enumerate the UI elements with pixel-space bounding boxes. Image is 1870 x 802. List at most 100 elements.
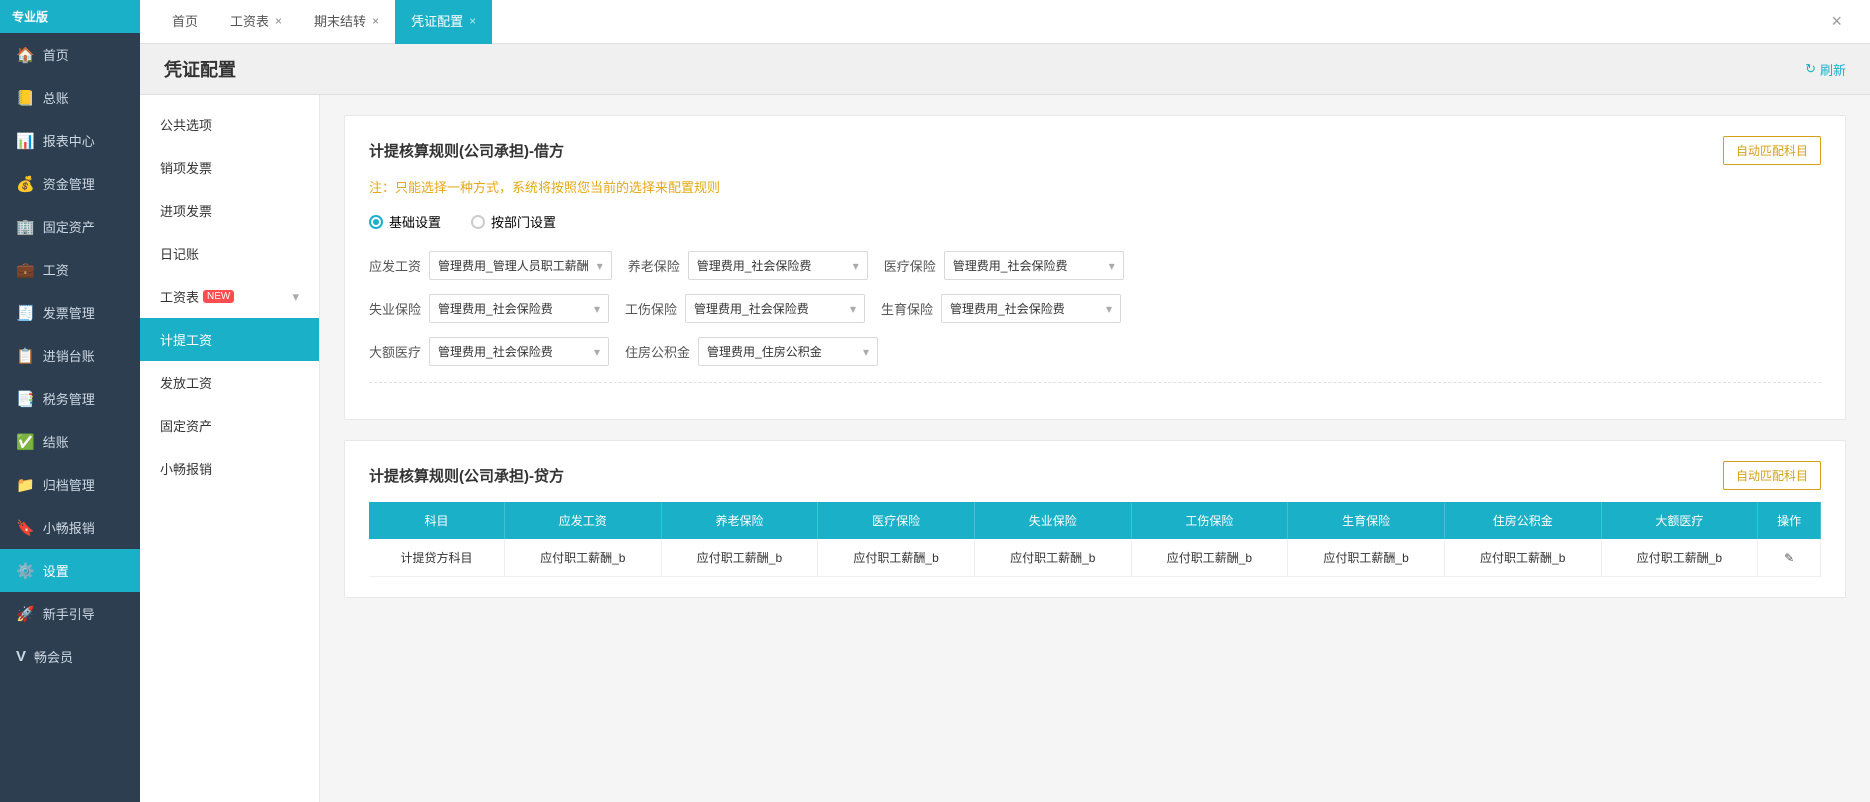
select-housing[interactable]: 管理费用_住房公积金 ▾ xyxy=(698,337,878,366)
chevron-down-icon: ▾ xyxy=(597,259,603,273)
select-injury[interactable]: 管理费用_社会保险费 ▾ xyxy=(685,294,865,323)
cell-action[interactable]: ✎ xyxy=(1758,539,1821,577)
sidebar-item-new-guide[interactable]: 🚀 新手引导 xyxy=(0,592,140,635)
tab-period-end[interactable]: 期末结转 × xyxy=(298,0,395,44)
page-title: 凭证配置 xyxy=(164,56,236,82)
sidebar-item-report-center[interactable]: 📊 报表中心 xyxy=(0,119,140,162)
ledger-icon: 📒 xyxy=(16,89,35,107)
xiaochangbao-icon: 🔖 xyxy=(16,519,35,537)
tabbar: 首页 工资表 × 期末结转 × 凭证配置 × × xyxy=(140,0,1870,44)
chevron-down-icon: ▾ xyxy=(1106,302,1112,316)
sidebar-item-purchase-sales[interactable]: 📋 进销台账 xyxy=(0,334,140,377)
sidebar-item-general-ledger[interactable]: 📒 总账 xyxy=(0,76,140,119)
sidebar-item-label: 工资 xyxy=(43,260,69,279)
sidebar-item-settings[interactable]: ⚙️ 设置 xyxy=(0,549,140,592)
col-header-unemployment: 失业保险 xyxy=(974,502,1131,539)
auto-match-debit-button[interactable]: 自动匹配科目 xyxy=(1723,136,1821,165)
salary-icon: 💼 xyxy=(16,261,35,279)
left-nav-purchase-invoice[interactable]: 进项发票 xyxy=(140,189,319,232)
left-nav-salary-table[interactable]: 工资表 NEW ▾ xyxy=(140,275,319,318)
tab-voucher-config[interactable]: 凭证配置 × xyxy=(395,0,492,44)
tab-salary-close[interactable]: × xyxy=(275,14,282,28)
section-credit-header: 计提核算规则(公司承担)-贷方 自动匹配科目 xyxy=(369,461,1821,490)
cell-maternity: 应付职工薪酬_b xyxy=(1288,539,1445,577)
form-row-3: 大额医疗 管理费用_社会保险费 ▾ 住房公积金 管理费用_住房公积金 ▾ xyxy=(369,337,1821,366)
left-nav-label: 计提工资 xyxy=(160,330,212,349)
col-header-subject: 科目 xyxy=(369,502,504,539)
left-nav-label: 工资表 xyxy=(160,287,199,306)
sidebar-item-fund-management[interactable]: 💰 资金管理 xyxy=(0,162,140,205)
chevron-down-icon: ▾ xyxy=(594,302,600,316)
chevron-down-icon: ▾ xyxy=(853,259,859,273)
sidebar-item-home[interactable]: 🏠 首页 xyxy=(0,33,140,76)
refresh-button[interactable]: ↻ 刷新 xyxy=(1805,60,1846,79)
left-nav-label: 公共选项 xyxy=(160,115,212,134)
section-debit: 计提核算规则(公司承担)-借方 自动匹配科目 注：只能选择一种方式，系统将按照您… xyxy=(344,115,1846,420)
auto-match-credit-button[interactable]: 自动匹配科目 xyxy=(1723,461,1821,490)
sidebar-item-settlement[interactable]: ✅ 结账 xyxy=(0,420,140,463)
tab-period-label: 期末结转 xyxy=(314,11,366,30)
form-item-salary: 应发工资 管理费用_管理人员职工薪酬 ▾ xyxy=(369,251,612,280)
section-debit-title: 计提核算规则(公司承担)-借方 xyxy=(369,140,564,161)
left-nav-calc-salary[interactable]: 计提工资 xyxy=(140,318,319,361)
tab-voucher-close[interactable]: × xyxy=(469,14,476,28)
cell-large-medical: 应付职工薪酬_b xyxy=(1601,539,1758,577)
left-nav-xiaochangbao[interactable]: 小畅报销 xyxy=(140,447,319,490)
form-item-maternity: 生育保险 管理费用_社会保险费 ▾ xyxy=(881,294,1121,323)
left-nav: 公共选项 销项发票 进项发票 日记账 工资表 NEW ▾ 计提工资 发放工资 xyxy=(140,95,320,802)
sidebar-item-label: 小畅报销 xyxy=(43,518,95,537)
edit-icon[interactable]: ✎ xyxy=(1784,551,1794,565)
sidebar-item-label: 发票管理 xyxy=(43,303,95,322)
sidebar-item-vip[interactable]: V 畅会员 xyxy=(0,635,140,678)
label-medical: 医疗保险 xyxy=(884,256,936,275)
tab-close-all[interactable]: × xyxy=(1819,11,1854,32)
tab-period-close[interactable]: × xyxy=(372,14,379,28)
form-row-1: 应发工资 管理费用_管理人员职工薪酬 ▾ 养老保险 管理费用_社会保险费 ▾ xyxy=(369,251,1821,280)
select-salary[interactable]: 管理费用_管理人员职工薪酬 ▾ xyxy=(429,251,612,280)
left-nav-public-options[interactable]: 公共选项 xyxy=(140,103,319,146)
col-header-medical: 医疗保险 xyxy=(818,502,975,539)
left-nav-fixed-assets[interactable]: 固定资产 xyxy=(140,404,319,447)
select-large-medical[interactable]: 管理费用_社会保险费 ▾ xyxy=(429,337,609,366)
radio-department[interactable]: 按部门设置 xyxy=(471,212,556,231)
sidebar-item-label: 设置 xyxy=(43,561,69,580)
sidebar-item-salary[interactable]: 💼 工资 xyxy=(0,248,140,291)
main-content: 首页 工资表 × 期末结转 × 凭证配置 × × 凭证配置 ↻ 刷新 公共选项 xyxy=(140,0,1870,802)
select-pension[interactable]: 管理费用_社会保险费 ▾ xyxy=(688,251,868,280)
col-header-injury: 工伤保险 xyxy=(1131,502,1288,539)
select-unemployment[interactable]: 管理费用_社会保险费 ▾ xyxy=(429,294,609,323)
tab-home[interactable]: 首页 xyxy=(156,0,214,44)
radio-basic[interactable]: 基础设置 xyxy=(369,212,441,231)
fund-icon: 💰 xyxy=(16,175,35,193)
col-header-maternity: 生育保险 xyxy=(1288,502,1445,539)
form-row-2: 失业保险 管理费用_社会保险费 ▾ 工伤保险 管理费用_社会保险费 ▾ xyxy=(369,294,1821,323)
chevron-down-icon: ▾ xyxy=(1109,259,1115,273)
form-item-pension: 养老保险 管理费用_社会保险费 ▾ xyxy=(628,251,868,280)
sidebar-item-tax-management[interactable]: 📑 税务管理 xyxy=(0,377,140,420)
radio-department-circle xyxy=(471,215,485,229)
tab-salary-table[interactable]: 工资表 × xyxy=(214,0,298,44)
invoice-icon: 🧾 xyxy=(16,304,35,322)
select-maternity[interactable]: 管理费用_社会保险费 ▾ xyxy=(941,294,1121,323)
sidebar-item-invoice-management[interactable]: 🧾 发票管理 xyxy=(0,291,140,334)
left-nav-issue-salary[interactable]: 发放工资 xyxy=(140,361,319,404)
vip-icon: V xyxy=(16,648,26,665)
sidebar-item-label: 畅会员 xyxy=(34,647,73,666)
settings-icon: ⚙️ xyxy=(16,562,35,580)
select-large-medical-value: 管理费用_社会保险费 xyxy=(438,343,553,360)
left-nav-sales-invoice[interactable]: 销项发票 xyxy=(140,146,319,189)
select-housing-value: 管理费用_住房公积金 xyxy=(707,343,822,360)
cell-injury: 应付职工薪酬_b xyxy=(1131,539,1288,577)
left-nav-diary[interactable]: 日记账 xyxy=(140,232,319,275)
divider xyxy=(369,382,1821,383)
label-pension: 养老保险 xyxy=(628,256,680,275)
col-header-large-medical: 大额医疗 xyxy=(1601,502,1758,539)
sidebar-item-fixed-assets[interactable]: 🏢 固定资产 xyxy=(0,205,140,248)
new-badge: NEW xyxy=(203,290,234,303)
table-row: 计提贷方科目 应付职工薪酬_b 应付职工薪酬_b 应付职工薪酬_b 应付职工薪酬… xyxy=(369,539,1821,577)
sidebar-item-xiaochangbao[interactable]: 🔖 小畅报销 xyxy=(0,506,140,549)
section-credit-title: 计提核算规则(公司承担)-贷方 xyxy=(369,465,564,486)
sidebar-item-archive[interactable]: 📁 归档管理 xyxy=(0,463,140,506)
select-medical[interactable]: 管理费用_社会保险费 ▾ xyxy=(944,251,1124,280)
section-credit: 计提核算规则(公司承担)-贷方 自动匹配科目 科目 应发工资 养老保险 医疗保险… xyxy=(344,440,1846,598)
